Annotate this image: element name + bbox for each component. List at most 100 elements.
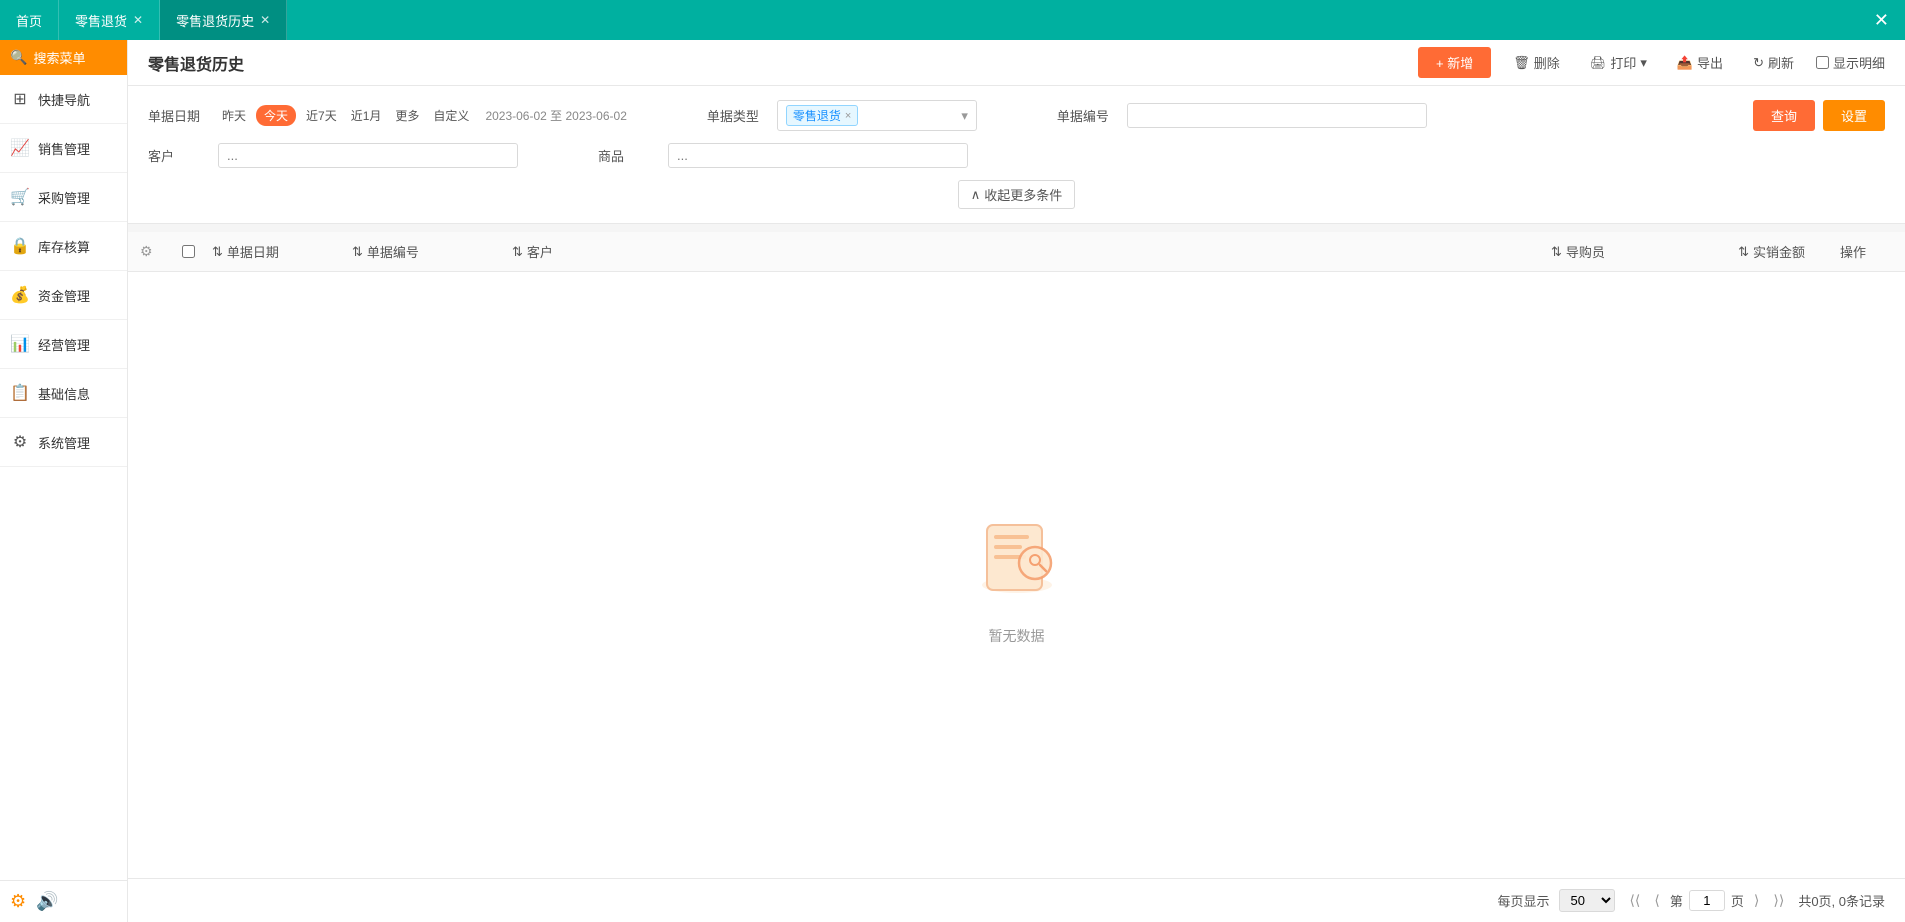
tab-home-label: 首页: [16, 11, 42, 30]
col-date-label: 单据日期: [227, 242, 279, 261]
settings-button[interactable]: 设置: [1823, 100, 1885, 131]
print-icon: 🖨: [1590, 55, 1607, 71]
date-range-display: 2023-06-02 至 2023-06-02: [485, 107, 626, 124]
col-guide-label: 导购员: [1566, 242, 1605, 261]
col-header-amount[interactable]: ⇅ 实销金额: [1693, 242, 1813, 261]
date-option-yesterday[interactable]: 昨天: [218, 105, 250, 126]
page-number-input[interactable]: [1689, 890, 1725, 911]
window-close-button[interactable]: ✕: [1858, 10, 1905, 31]
content-area: 零售退货历史 + 新增 🗑 删除 🖨 打印 ▾ 📤 导出 ↻: [128, 40, 1905, 922]
query-button[interactable]: + 新增: [1418, 47, 1491, 78]
date-option-more[interactable]: 更多: [391, 105, 423, 126]
empty-text: 暂无数据: [989, 626, 1045, 646]
sidebar-item-basic-info[interactable]: 📋 基础信息: [0, 369, 127, 418]
collapse-icon: ∧: [971, 187, 981, 203]
refresh-button[interactable]: ↻ 刷新: [1745, 49, 1802, 76]
sort-icon-guide: ⇅: [1551, 244, 1562, 260]
page-header: 零售退货历史 + 新增 🗑 删除 🖨 打印 ▾ 📤 导出 ↻: [128, 40, 1905, 86]
tab-retail-return-label: 零售退货: [75, 11, 127, 30]
date-option-today[interactable]: 今天: [256, 105, 296, 126]
goods-label: 商品: [598, 146, 668, 165]
volume-bottom-icon[interactable]: 🔊: [36, 891, 58, 912]
number-input[interactable]: [1127, 103, 1427, 128]
filter-row-2: 客户 商品: [148, 143, 1885, 168]
tab-retail-return-history[interactable]: 零售退货历史 ✕: [160, 0, 287, 40]
date-option-7days[interactable]: 近7天: [302, 105, 341, 126]
tab-home[interactable]: 首页: [0, 0, 59, 40]
type-tag: 零售退货 ×: [786, 105, 858, 126]
sidebar-item-purchase-mgmt-label: 采购管理: [38, 188, 90, 207]
sidebar-search[interactable]: 🔍 搜索菜单: [0, 40, 127, 75]
show-detail-input[interactable]: [1816, 56, 1829, 69]
delete-button[interactable]: 🗑 删除: [1505, 49, 1568, 76]
export-label: 导出: [1697, 53, 1723, 72]
customer-input[interactable]: [218, 143, 518, 168]
type-select-arrow: ▾: [961, 108, 968, 124]
top-bar: 首页 零售退货 ✕ 零售退货历史 ✕ ✕: [0, 0, 1905, 40]
tab-retail-return-history-label: 零售退货历史: [176, 11, 254, 30]
next-page-button[interactable]: ⟩: [1750, 890, 1763, 911]
sidebar-item-sales-mgmt-label: 销售管理: [38, 139, 90, 158]
date-label: 单据日期: [148, 106, 218, 125]
main-layout: 🔍 搜索菜单 ⊞ 快捷导航 📈 销售管理 🛒 采购管理 🔒 库存核算 💰 资金管…: [0, 40, 1905, 922]
customer-label: 客户: [148, 146, 218, 165]
date-option-custom[interactable]: 自定义: [429, 105, 473, 126]
filter-row-1: 单据日期 昨天 今天 近7天 近1月 更多 自定义 2023-06-02 至 2…: [148, 100, 1885, 131]
col-ops-label: 操作: [1840, 242, 1866, 261]
search-button[interactable]: 查询: [1753, 100, 1815, 131]
basic-info-icon: 📋: [10, 383, 30, 403]
settings-bottom-icon[interactable]: ⚙: [10, 891, 26, 912]
sidebar-item-operations[interactable]: 📊 经营管理: [0, 320, 127, 369]
sidebar-item-system-mgmt[interactable]: ⚙ 系统管理: [0, 418, 127, 467]
col-header-guide[interactable]: ⇅ 导购员: [1543, 242, 1693, 261]
type-tag-close[interactable]: ×: [845, 110, 851, 122]
table-select-all[interactable]: [172, 245, 204, 258]
sidebar-item-inventory[interactable]: 🔒 库存核算: [0, 222, 127, 271]
type-label: 单据类型: [707, 106, 777, 125]
col-header-customer[interactable]: ⇅ 客户: [504, 242, 1543, 261]
col-header-number[interactable]: ⇅ 单据编号: [344, 242, 504, 261]
sidebar-item-purchase-mgmt[interactable]: 🛒 采购管理: [0, 173, 127, 222]
goods-input[interactable]: [668, 143, 968, 168]
sales-mgmt-icon: 📈: [10, 138, 30, 158]
sidebar-item-finance[interactable]: 💰 资金管理: [0, 271, 127, 320]
sort-icon-customer: ⇅: [512, 244, 523, 260]
sort-icon-amount: ⇅: [1738, 244, 1749, 260]
export-icon: 📤: [1677, 55, 1693, 71]
inventory-icon: 🔒: [10, 236, 30, 256]
sidebar-item-sales-mgmt[interactable]: 📈 销售管理: [0, 124, 127, 173]
prev-page-button[interactable]: ⟨: [1650, 890, 1663, 911]
empty-illustration: [967, 505, 1067, 610]
export-button[interactable]: 📤 导出: [1669, 49, 1731, 76]
refresh-label: 刷新: [1768, 53, 1794, 72]
select-all-checkbox[interactable]: [182, 245, 195, 258]
col-header-ops: 操作: [1813, 242, 1893, 261]
header-actions: + 新增 🗑 删除 🖨 打印 ▾ 📤 导出 ↻ 刷新: [1418, 47, 1885, 78]
tab-retail-return[interactable]: 零售退货 ✕: [59, 0, 160, 40]
page-title: 零售退货历史: [148, 51, 1418, 75]
tab-retail-return-close[interactable]: ✕: [133, 13, 143, 27]
print-button[interactable]: 🖨 打印 ▾: [1582, 49, 1655, 76]
tab-retail-return-history-close[interactable]: ✕: [260, 13, 270, 27]
type-select[interactable]: 零售退货 × ▾: [777, 100, 977, 131]
table-footer: 每页显示 50 100 200 ⟨⟨ ⟨ 第 页 ⟩ ⟩⟩ 共0页, 0条记录: [128, 878, 1905, 922]
print-label: 打印: [1610, 53, 1636, 72]
sidebar-item-quick-nav[interactable]: ⊞ 快捷导航: [0, 75, 127, 124]
date-options: 昨天 今天 近7天 近1月 更多 自定义 2023-06-02 至 2023-0…: [218, 105, 627, 126]
table-header: ⚙ ⇅ 单据日期 ⇅ 单据编号 ⇅ 客户 ⇅ 导购员: [128, 232, 1905, 272]
collapse-filter-button[interactable]: ∧ 收起更多条件: [958, 180, 1076, 209]
page-size-select[interactable]: 50 100 200: [1559, 889, 1615, 912]
sidebar-item-inventory-label: 库存核算: [38, 237, 90, 256]
date-option-1month[interactable]: 近1月: [347, 105, 386, 126]
col-customer-label: 客户: [527, 242, 553, 261]
last-page-button[interactable]: ⟩⟩: [1769, 890, 1788, 911]
show-detail-label: 显示明细: [1833, 53, 1885, 72]
quick-nav-icon: ⊞: [10, 89, 30, 109]
sidebar-item-quick-nav-label: 快捷导航: [38, 90, 90, 109]
table-settings-icon[interactable]: ⚙: [140, 243, 172, 260]
sidebar-bottom: ⚙ 🔊: [0, 880, 127, 922]
number-label: 单据编号: [1057, 106, 1127, 125]
first-page-button[interactable]: ⟨⟨: [1625, 890, 1644, 911]
col-header-date[interactable]: ⇅ 单据日期: [204, 242, 344, 261]
show-detail-checkbox[interactable]: 显示明细: [1816, 53, 1885, 72]
